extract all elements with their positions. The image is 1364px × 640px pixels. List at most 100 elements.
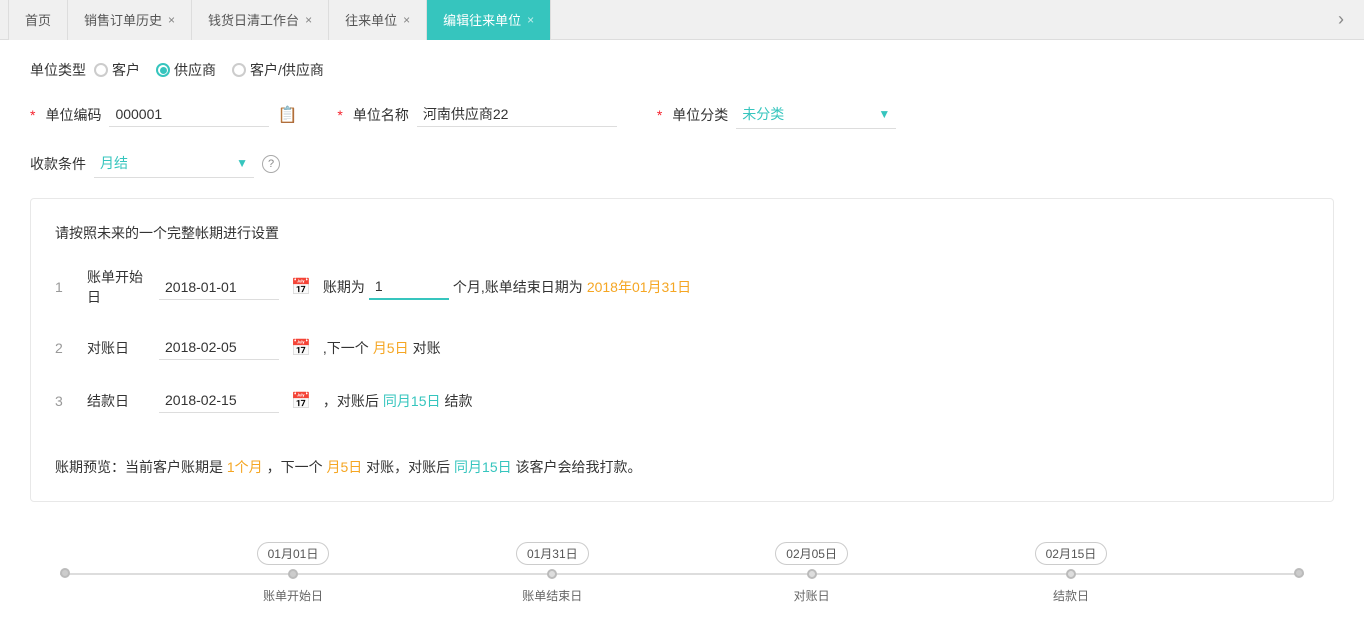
- unit-code-input[interactable]: [109, 102, 269, 127]
- unit-code-icon[interactable]: 📋: [277, 105, 297, 125]
- timeline-end: [1294, 542, 1304, 604]
- unit-name-input[interactable]: [417, 102, 617, 127]
- row-label-1: 账单开始日: [87, 267, 147, 307]
- unit-name-required: *: [337, 107, 342, 123]
- tab-home[interactable]: 首页: [8, 0, 68, 40]
- payment-terms-value: 月结: [100, 153, 236, 173]
- preview-3-prefix: 对账，对账后: [366, 459, 450, 475]
- unit-category-required: *: [657, 107, 662, 123]
- timeline-dot-1: [288, 569, 298, 579]
- timeline-node-1: 01月01日 账单开始日: [257, 542, 330, 604]
- timeline-start: [60, 542, 70, 604]
- payment-terms-label: 收款条件: [30, 154, 86, 174]
- card-title: 请按照未来的一个完整帐期进行设置: [55, 223, 1309, 243]
- row-num-1: 1: [55, 279, 75, 295]
- code-name-category-row: * 单位编码 📋 * 单位名称 * 单位分类 未分类 ▼: [30, 100, 1334, 129]
- timeline-node-3: 02月05日 对账日: [775, 542, 848, 604]
- unit-name-field: * 单位名称: [337, 102, 616, 127]
- timeline-label-1: 账单开始日: [263, 587, 323, 604]
- row-2-desc: ,下一个 月5日 对账: [323, 338, 441, 358]
- radio-supplier-label: 供应商: [174, 60, 216, 80]
- radio-both-circle: [232, 63, 246, 77]
- unit-type-field: 单位类型 客户 供应商 客户/供应商: [30, 60, 324, 80]
- payment-date-input[interactable]: [159, 388, 279, 413]
- radio-supplier-circle: [156, 63, 170, 77]
- unit-type-radio-group: 客户 供应商 客户/供应商: [94, 60, 324, 80]
- end-date-highlight: 2018年01月31日: [587, 277, 691, 297]
- unit-code-required: *: [30, 107, 35, 123]
- reconcile-suffix: 对账: [413, 338, 441, 358]
- timeline-dot-4: [1066, 569, 1076, 579]
- radio-both-label: 客户/供应商: [250, 60, 324, 80]
- unit-category-label: 单位分类: [672, 105, 728, 125]
- radio-customer[interactable]: 客户: [94, 60, 140, 80]
- preview-2-prefix: ，下一个: [267, 459, 323, 475]
- unit-category-arrow: ▼: [878, 107, 890, 121]
- start-date-calendar-icon[interactable]: 📅: [291, 277, 311, 297]
- setting-row-1: 1 账单开始日 📅 账期为 个月,账单结束日期为 2018年01月31日: [55, 267, 1309, 307]
- period-suffix: 个月,账单结束日期为: [453, 277, 583, 297]
- reconcile-date-input[interactable]: [159, 335, 279, 360]
- reconcile-highlight: 月5日: [373, 338, 409, 358]
- tab-cash-work[interactable]: 钱货日清工作台 ×: [192, 0, 329, 40]
- preview-reconcile: 月5日: [326, 459, 362, 475]
- preview-period: 1个月: [227, 459, 263, 475]
- timeline-nodes: 01月01日 账单开始日 01月31日 账单结束日 02月05日 对账日: [60, 542, 1304, 604]
- reconcile-date-calendar-icon[interactable]: 📅: [291, 338, 311, 358]
- tab-bar: 首页 销售订单历史 × 钱货日清工作台 × 往来单位 × 编辑往来单位 × ›: [0, 0, 1364, 40]
- unit-name-label: 单位名称: [353, 105, 409, 125]
- close-cash-work[interactable]: ×: [305, 13, 312, 27]
- unit-type-row: 单位类型 客户 供应商 客户/供应商: [30, 60, 1334, 80]
- timeline-badge-4: 02月15日: [1035, 542, 1108, 565]
- period-input[interactable]: [369, 274, 449, 300]
- radio-customer-label: 客户: [112, 60, 140, 80]
- radio-supplier[interactable]: 供应商: [156, 60, 216, 80]
- close-edit-partner[interactable]: ×: [527, 13, 534, 27]
- preview-prefix: 账期预览：当前客户账期是: [55, 459, 223, 475]
- row-1-desc: 账期为 个月,账单结束日期为 2018年01月31日: [323, 274, 691, 300]
- timeline-end-dot: [1294, 568, 1304, 578]
- timeline-dot-2: [547, 569, 557, 579]
- preview-text: 账期预览：当前客户账期是 1个月 ，下一个 月5日 对账，对账后 同月15日 该…: [55, 441, 1309, 477]
- period-prefix: 账期为: [323, 277, 365, 297]
- row-3-desc: ，对账后 同月15日 结款: [323, 391, 473, 411]
- timeline-badge-1: 01月01日: [257, 542, 330, 565]
- unit-code-label: 单位编码: [45, 105, 101, 125]
- payment-highlight: 同月15日: [383, 391, 441, 411]
- row-num-2: 2: [55, 340, 75, 356]
- tab-edit-partner[interactable]: 编辑往来单位 ×: [427, 0, 551, 40]
- payment-terms-select[interactable]: 月结 ▼: [94, 149, 254, 178]
- payment-terms-field: 收款条件 月结 ▼ ?: [30, 149, 280, 178]
- timeline-label-4: 结款日: [1053, 587, 1089, 604]
- tab-more-button[interactable]: ›: [1326, 9, 1356, 30]
- timeline-badge-3: 02月05日: [775, 542, 848, 565]
- unit-category-select[interactable]: 未分类 ▼: [736, 100, 896, 129]
- close-partner[interactable]: ×: [403, 13, 410, 27]
- radio-customer-circle: [94, 63, 108, 77]
- timeline-container: 01月01日 账单开始日 01月31日 账单结束日 02月05日 对账日: [60, 526, 1304, 620]
- timeline-section: 01月01日 账单开始日 01月31日 账单结束日 02月05日 对账日: [30, 526, 1334, 620]
- payment-date-calendar-icon[interactable]: 📅: [291, 391, 311, 411]
- unit-category-value: 未分类: [742, 104, 878, 124]
- tab-partner[interactable]: 往来单位 ×: [329, 0, 427, 40]
- row-num-3: 3: [55, 393, 75, 409]
- timeline-start-dot: [60, 568, 70, 578]
- main-content: 单位类型 客户 供应商 客户/供应商 * 单位编码: [0, 40, 1364, 640]
- unit-category-field: * 单位分类 未分类 ▼: [657, 100, 896, 129]
- timeline-label-3: 对账日: [794, 587, 830, 604]
- preview-payment: 同月15日: [454, 459, 512, 475]
- unit-code-field: * 单位编码 📋: [30, 102, 297, 127]
- radio-both[interactable]: 客户/供应商: [232, 60, 324, 80]
- timeline-node-4: 02月15日 结款日: [1035, 542, 1108, 604]
- close-sales-history[interactable]: ×: [168, 13, 175, 27]
- payment-suffix: 结款: [445, 391, 473, 411]
- unit-type-label: 单位类型: [30, 60, 86, 80]
- timeline-label-2: 账单结束日: [522, 587, 582, 604]
- payment-prefix: ，对账后: [323, 391, 379, 411]
- payment-terms-arrow: ▼: [236, 156, 248, 170]
- row-label-3: 结款日: [87, 391, 147, 411]
- tab-sales-history[interactable]: 销售订单历史 ×: [68, 0, 192, 40]
- start-date-input[interactable]: [159, 275, 279, 300]
- settings-card: 请按照未来的一个完整帐期进行设置 1 账单开始日 📅 账期为 个月,账单结束日期…: [30, 198, 1334, 502]
- payment-terms-help[interactable]: ?: [262, 155, 280, 173]
